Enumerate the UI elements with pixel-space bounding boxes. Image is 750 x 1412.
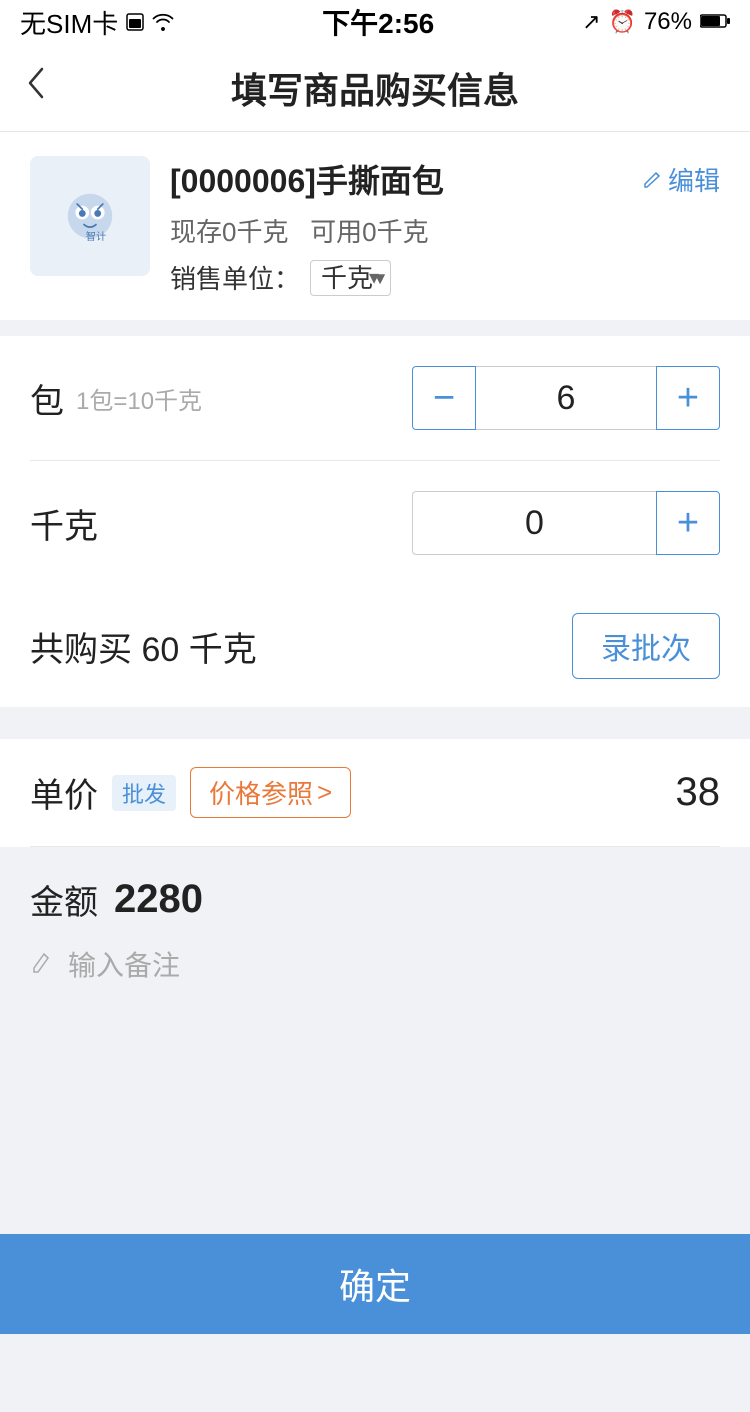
price-reference-button[interactable]: 价格参照 > (190, 767, 351, 818)
amount-row: 金额 2280 (30, 875, 720, 944)
product-name: [0000006]手撕面包 (170, 156, 444, 202)
unit-row: 销售单位： 千克 ▾ (170, 259, 720, 296)
status-time: 下午2:56 (322, 2, 434, 42)
total-text: 共购买 60 千克 (30, 622, 257, 671)
package-label: 包 1包=10千克 (30, 374, 202, 423)
kg-label-text: 千克 (30, 499, 98, 548)
edit-button[interactable]: 编辑 (642, 161, 720, 198)
price-row: 单价 批发 价格参照 > 38 (30, 767, 720, 847)
location-icon: ↗ (582, 9, 600, 35)
svg-text:智计: 智计 (86, 230, 107, 243)
content: 智计 [0000006]手撕面包 编辑 现存0千克 可用0千克 (0, 132, 750, 1412)
batch-button[interactable]: 录批次 (572, 613, 720, 679)
amount-value: 2280 (114, 877, 203, 922)
price-label: 单价 批发 价格参照 > (30, 767, 351, 818)
unit-select-wrapper[interactable]: 千克 ▾ (310, 260, 391, 296)
battery-label: 76% (644, 8, 692, 36)
kg-input-row: 千克 + (30, 461, 720, 585)
price-value: 38 (676, 770, 721, 815)
package-label-text: 包 (30, 374, 64, 423)
back-button[interactable] (24, 63, 48, 113)
nav-bar: 填写商品购买信息 (0, 44, 750, 132)
total-amount: 60 (141, 631, 179, 669)
confirm-button[interactable]: 确定 (339, 1258, 411, 1310)
price-ref-label: 价格参照 (209, 774, 313, 811)
divider-1 (0, 320, 750, 336)
amount-label: 金额 (30, 875, 98, 924)
price-label-text: 单价 (30, 768, 98, 817)
available-label: 可用0千克 (310, 217, 428, 247)
package-minus-button[interactable]: − (412, 366, 476, 430)
price-ref-arrow: > (317, 777, 332, 808)
status-left: 无SIM卡 (20, 4, 174, 41)
pifa-badge: 批发 (112, 775, 176, 811)
battery-icon (700, 8, 730, 36)
divider-2 (0, 707, 750, 723)
remark-row[interactable]: 输入备注 (30, 944, 720, 1012)
kg-quantity-input[interactable] (412, 491, 656, 555)
remark-placeholder: 输入备注 (68, 944, 180, 984)
amount-section: 金额 2280 输入备注 (0, 847, 750, 1012)
alarm-icon: ⏰ (609, 9, 636, 35)
package-controls: − + (412, 366, 720, 430)
sim-icon (126, 7, 144, 38)
price-section: 单价 批发 价格参照 > 38 (0, 739, 750, 847)
product-thumbnail: 智计 (30, 156, 150, 276)
stock-label: 现存0千克 (170, 217, 288, 247)
unit-select[interactable]: 千克 (310, 260, 391, 296)
status-right: ↗ ⏰ 76% (582, 8, 730, 36)
unit-label: 销售单位： (170, 259, 300, 296)
kg-label: 千克 (30, 499, 98, 548)
product-card: 智计 [0000006]手撕面包 编辑 现存0千克 可用0千克 (0, 132, 750, 320)
pencil-icon (30, 946, 58, 982)
status-bar: 无SIM卡 下午2:56 ↗ ⏰ 76% (0, 0, 750, 44)
wifi-icon (152, 7, 174, 38)
package-quantity-input[interactable] (476, 366, 656, 430)
carrier-label: 无SIM卡 (20, 4, 118, 41)
product-info: [0000006]手撕面包 编辑 现存0千克 可用0千克 销售单位： (170, 156, 720, 296)
total-prefix: 共购买 (30, 631, 132, 669)
confirm-bar[interactable]: 确定 (0, 1234, 750, 1334)
input-section: 包 1包=10千克 − + 千克 + (0, 336, 750, 585)
package-plus-button[interactable]: + (656, 366, 720, 430)
total-unit: 千克 (189, 631, 257, 669)
kg-controls: + (412, 491, 720, 555)
stock-info: 现存0千克 可用0千克 (170, 212, 720, 249)
kg-plus-button[interactable]: + (656, 491, 720, 555)
page-title: 填写商品购买信息 (231, 62, 519, 114)
edit-label: 编辑 (668, 161, 720, 198)
total-row: 共购买 60 千克 录批次 (0, 585, 750, 707)
package-input-row: 包 1包=10千克 − + (30, 336, 720, 461)
package-hint: 1包=10千克 (76, 381, 202, 416)
